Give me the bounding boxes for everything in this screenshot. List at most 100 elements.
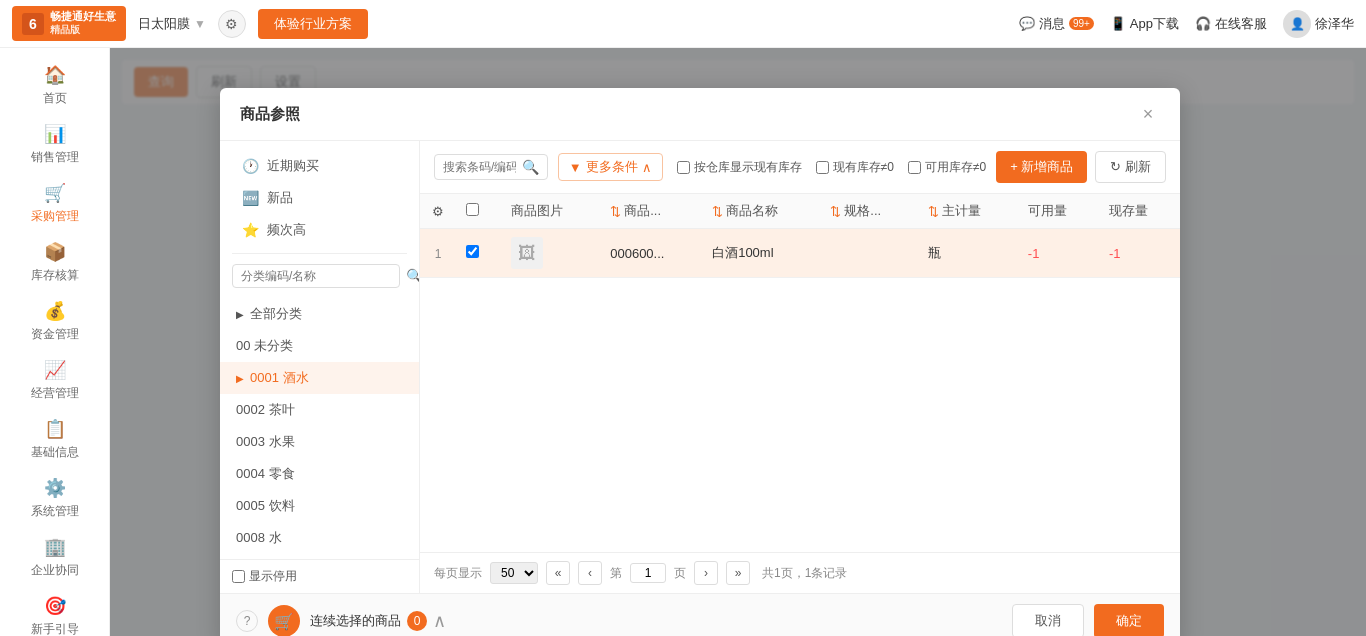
last-page-button[interactable]: » bbox=[726, 561, 750, 585]
modal-footer: ? 🛒 连续选择的商品 0 ∧ 取消 确定 bbox=[220, 593, 1180, 636]
search-icon[interactable]: 🔍 bbox=[522, 159, 539, 175]
row-checkbox[interactable] bbox=[456, 229, 501, 278]
footer-buttons: 取消 确定 bbox=[1012, 604, 1164, 636]
sidebar-item-sales[interactable]: 📊 销售管理 bbox=[0, 115, 109, 174]
cart-icon: 🛒 bbox=[274, 612, 294, 631]
product-table: ⚙ 商品图片 ⇅ bbox=[420, 194, 1180, 278]
main-layout: 🏠 首页 📊 销售管理 🛒 采购管理 📦 库存核算 💰 资金管理 📈 经营管理 … bbox=[0, 48, 1366, 636]
system-icon: ⚙️ bbox=[44, 477, 66, 499]
warehouse-checkbox[interactable] bbox=[677, 161, 690, 174]
product-search-input[interactable] bbox=[443, 160, 516, 174]
th-checkbox[interactable] bbox=[456, 194, 501, 229]
sidebar-item-guide[interactable]: 🎯 新手引导 bbox=[0, 587, 109, 636]
prev-page-button[interactable]: ‹ bbox=[578, 561, 602, 585]
sidebar-item-home[interactable]: 🏠 首页 bbox=[0, 56, 109, 115]
frequent-tab[interactable]: ⭐ 频次高 bbox=[232, 215, 407, 245]
message-button[interactable]: 💬 消息 99+ bbox=[1019, 15, 1094, 33]
filter-button[interactable]: ▼ 更多条件 ∧ bbox=[558, 153, 663, 181]
row-img: 🖼 bbox=[501, 229, 600, 278]
category-item-0008[interactable]: 0008 水 bbox=[220, 522, 419, 554]
modal-left-panel: 🕐 近期购买 🆕 新品 ⭐ 频次高 bbox=[220, 141, 420, 593]
product-search-box: 🔍 bbox=[434, 154, 548, 180]
settings-button[interactable]: ⚙ bbox=[218, 10, 246, 38]
sidebar-item-purchase[interactable]: 🛒 采购管理 bbox=[0, 174, 109, 233]
trial-button[interactable]: 体验行业方案 bbox=[258, 9, 368, 39]
recent-tab[interactable]: 🕐 近期购买 bbox=[232, 151, 407, 181]
new-products-tab[interactable]: 🆕 新品 bbox=[232, 183, 407, 213]
user-profile[interactable]: 👤 徐泽华 bbox=[1283, 10, 1354, 38]
next-page-button[interactable]: › bbox=[694, 561, 718, 585]
category-item-00[interactable]: 00 未分类 bbox=[220, 330, 419, 362]
finance-icon: 💰 bbox=[44, 300, 66, 322]
modal-close-button[interactable]: × bbox=[1136, 102, 1160, 126]
row-select-checkbox[interactable] bbox=[466, 245, 479, 258]
row-code: 000600... bbox=[600, 229, 702, 278]
filter-checkboxes: 按仓库显示现有库存 现有库存≠0 可用库存≠0 bbox=[677, 159, 987, 176]
category-item-0002[interactable]: 0002 茶叶 bbox=[220, 394, 419, 426]
sidebar-item-inventory[interactable]: 📦 库存核算 bbox=[0, 233, 109, 292]
th-settings[interactable]: ⚙ bbox=[420, 194, 456, 229]
message-badge: 99+ bbox=[1069, 17, 1094, 30]
refresh-button[interactable]: ↻ 刷新 bbox=[1095, 151, 1166, 183]
confirm-button[interactable]: 确定 bbox=[1094, 604, 1164, 636]
first-page-button[interactable]: « bbox=[546, 561, 570, 585]
sidebar-item-base[interactable]: 📋 基础信息 bbox=[0, 410, 109, 469]
page-number-input[interactable] bbox=[630, 563, 666, 583]
modal-header: 商品参照 × bbox=[220, 88, 1180, 141]
home-icon: 🏠 bbox=[44, 64, 66, 86]
show-disabled-label[interactable]: 显示停用 bbox=[232, 568, 297, 585]
divider bbox=[232, 253, 407, 254]
show-disabled-checkbox[interactable] bbox=[232, 570, 245, 583]
app-download-button[interactable]: 📱 App下载 bbox=[1110, 15, 1179, 33]
show-disabled-bar: 显示停用 bbox=[220, 559, 419, 593]
content-area: 查询 刷新 设置 商品参照 × 🕐 近期购买 bbox=[110, 48, 1366, 636]
th-name[interactable]: ⇅ 商品名称 bbox=[702, 194, 820, 229]
table-header-row: ⚙ 商品图片 ⇅ bbox=[420, 194, 1180, 229]
logo[interactable]: 6 畅捷通好生意 精品版 bbox=[12, 6, 126, 41]
category-search-icon[interactable]: 🔍 bbox=[406, 268, 420, 284]
message-icon: 💬 bbox=[1019, 16, 1035, 31]
sidebar-item-business[interactable]: 📈 经营管理 bbox=[0, 351, 109, 410]
sort-icon: ⇅ bbox=[830, 204, 841, 219]
sidebar-item-finance[interactable]: 💰 资金管理 bbox=[0, 292, 109, 351]
table-row[interactable]: 1 🖼 000600... 白酒100ml bbox=[420, 229, 1180, 278]
category-item-0001[interactable]: ▶ 0001 酒水 bbox=[220, 362, 419, 394]
stock-nonzero-checkbox[interactable] bbox=[816, 161, 829, 174]
th-code[interactable]: ⇅ 商品... bbox=[600, 194, 702, 229]
add-product-button[interactable]: + 新增商品 bbox=[996, 151, 1087, 183]
headset-icon: 🎧 bbox=[1195, 16, 1211, 31]
pagination: 每页显示 50 « ‹ 第 页 › » 共1页，1条记录 bbox=[420, 552, 1180, 593]
select-all-checkbox[interactable] bbox=[466, 203, 479, 216]
th-unit[interactable]: ⇅ 主计量 bbox=[918, 194, 1018, 229]
category-item-0003[interactable]: 0003 水果 bbox=[220, 426, 419, 458]
cart-button[interactable]: 🛒 bbox=[268, 605, 300, 636]
help-button[interactable]: ? bbox=[236, 610, 258, 632]
quick-tabs: 🕐 近期购买 🆕 新品 ⭐ 频次高 bbox=[220, 141, 419, 249]
checkbox-warehouse[interactable]: 按仓库显示现有库存 bbox=[677, 159, 802, 176]
category-item-0005[interactable]: 0005 饮料 bbox=[220, 490, 419, 522]
service-button[interactable]: 🎧 在线客服 bbox=[1195, 15, 1267, 33]
category-list: ▶ 全部分类 00 未分类 ▶ 0001 酒水 0002 茶叶 bbox=[220, 294, 419, 559]
category-item-all[interactable]: ▶ 全部分类 bbox=[220, 298, 419, 330]
arrow-icon: ▶ bbox=[236, 309, 244, 320]
logo-sub: 精品版 bbox=[50, 23, 116, 37]
category-item-0004[interactable]: 0004 零食 bbox=[220, 458, 419, 490]
collapse-icon[interactable]: ∧ bbox=[433, 610, 446, 632]
collapse-panel-button[interactable]: « bbox=[419, 347, 420, 387]
category-search-input[interactable] bbox=[232, 264, 400, 288]
toolbar-right: + 新增商品 ↻ 刷新 bbox=[996, 151, 1166, 183]
sidebar-item-corp[interactable]: 🏢 企业协同 bbox=[0, 528, 109, 587]
sidebar-item-system[interactable]: ⚙️ 系统管理 bbox=[0, 469, 109, 528]
per-page-select[interactable]: 50 bbox=[490, 562, 538, 584]
checkbox-stock-nonzero[interactable]: 现有库存≠0 bbox=[816, 159, 894, 176]
select-count-badge: 0 bbox=[407, 611, 427, 631]
cancel-button[interactable]: 取消 bbox=[1012, 604, 1084, 636]
available-nonzero-checkbox[interactable] bbox=[908, 161, 921, 174]
checkbox-available-nonzero[interactable]: 可用库存≠0 bbox=[908, 159, 986, 176]
continuous-select-info: 连续选择的商品 0 ∧ bbox=[310, 610, 446, 632]
store-selector[interactable]: 日太阳膜 ▼ bbox=[138, 15, 206, 33]
category-search: 🔍 bbox=[220, 258, 419, 294]
modal-title: 商品参照 bbox=[240, 105, 300, 124]
row-spec bbox=[820, 229, 917, 278]
th-spec[interactable]: ⇅ 规格... bbox=[820, 194, 917, 229]
